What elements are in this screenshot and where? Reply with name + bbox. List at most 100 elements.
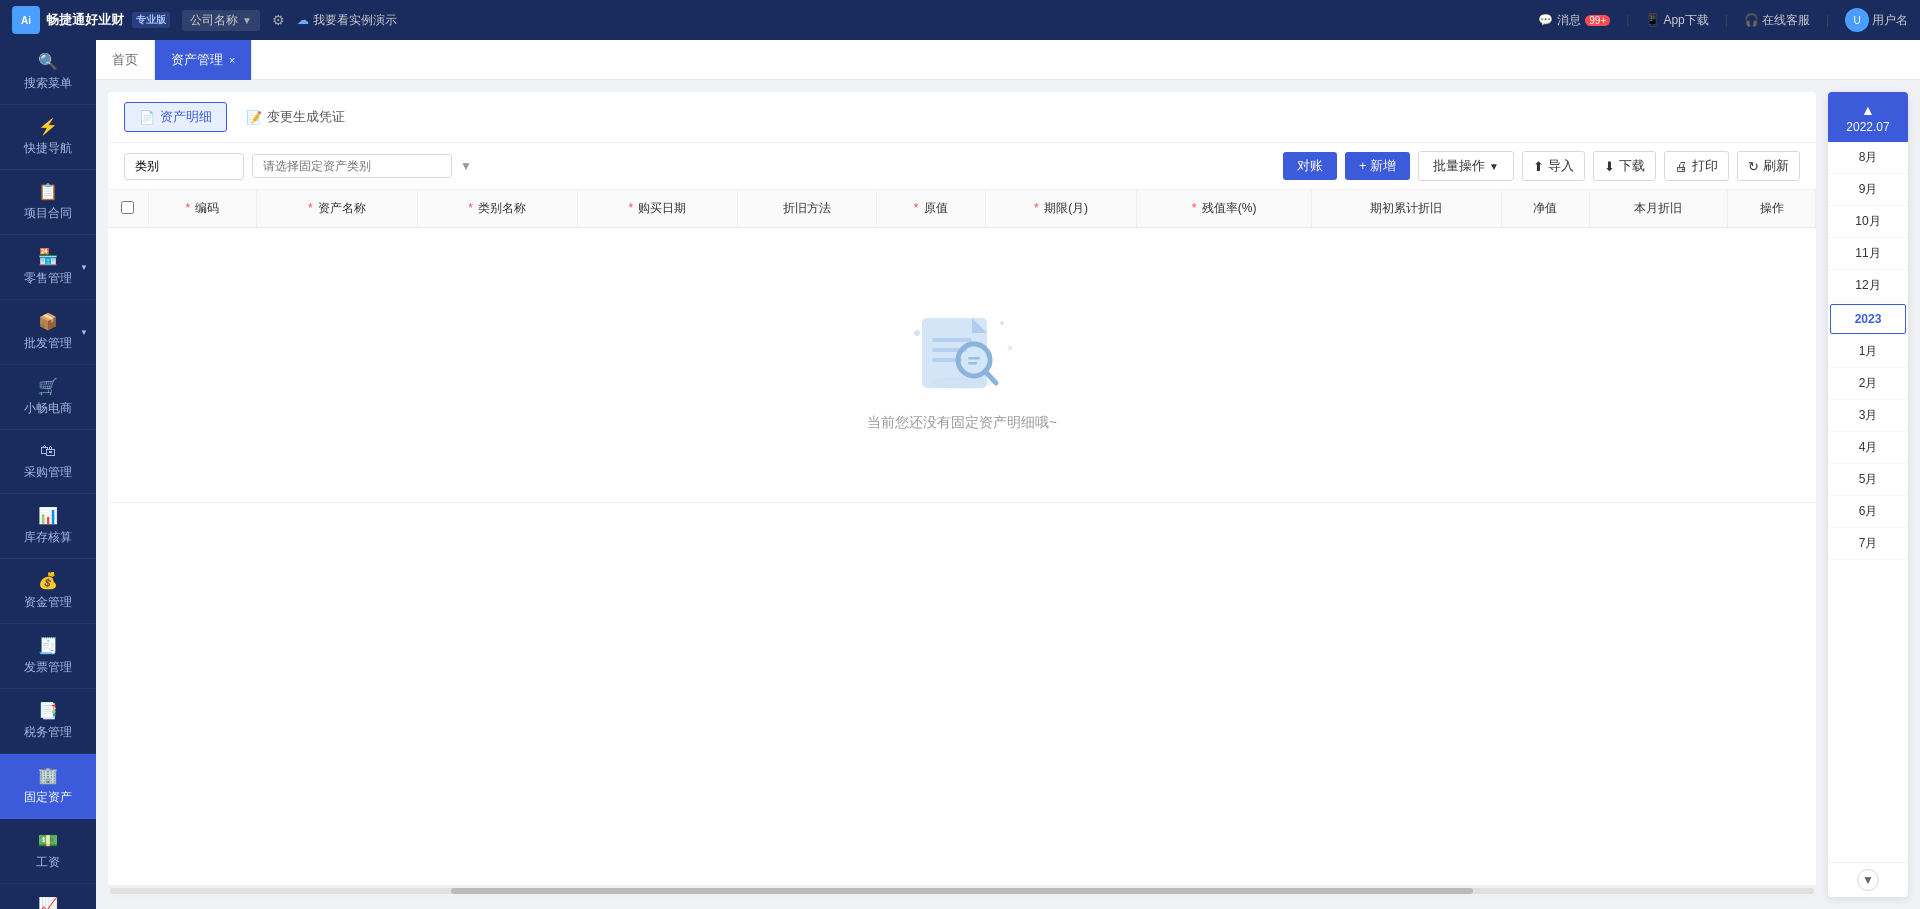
user-name: 用户名 — [1872, 12, 1908, 29]
reconcile-button[interactable]: 对账 — [1283, 152, 1337, 180]
month-item-10[interactable]: 10月 — [1828, 206, 1908, 238]
category-dropdown-icon[interactable]: ▼ — [460, 159, 472, 173]
month-nav-down[interactable]: ▼ — [1857, 869, 1879, 891]
col-checkbox — [108, 190, 148, 228]
top-bar: Ai 畅捷通好业财 专业版 公司名称 ▼ ⚙ ☁ 我要看实例演示 💬 消息 99… — [0, 0, 1920, 40]
batch-button[interactable]: 批量操作 ▼ — [1418, 151, 1514, 181]
sidebar-item-wholesale[interactable]: 📦 批发管理 — [0, 300, 96, 365]
demo-link[interactable]: ☁ 我要看实例演示 — [297, 12, 397, 29]
import-button[interactable]: ⬆ 导入 — [1522, 151, 1585, 181]
refresh-button[interactable]: ↻ 刷新 — [1737, 151, 1800, 181]
add-button[interactable]: + 新增 — [1345, 152, 1410, 180]
horizontal-scrollbar[interactable] — [108, 885, 1816, 897]
svg-point-12 — [914, 330, 920, 336]
user-profile[interactable]: U 用户名 — [1845, 8, 1908, 32]
month-item-2[interactable]: 2月 — [1828, 368, 1908, 400]
category-input[interactable] — [252, 154, 452, 178]
month-item-8[interactable]: 8月 — [1828, 142, 1908, 174]
invoice-icon: 🧾 — [38, 636, 58, 655]
wholesale-icon: 📦 — [38, 312, 58, 331]
sidebar-item-salary[interactable]: 💵 工资 — [0, 819, 96, 884]
sidebar-item-quicknav[interactable]: ⚡ 快捷导航 — [0, 105, 96, 170]
col-asset-name: * 资产名称 — [257, 190, 417, 228]
month-item-6[interactable]: 6月 — [1828, 496, 1908, 528]
svg-point-14 — [1007, 346, 1012, 351]
month-item-5[interactable]: 5月 — [1828, 464, 1908, 496]
empty-illustration — [902, 298, 1022, 398]
sidebar-item-search[interactable]: 🔍 搜索菜单 — [0, 40, 96, 105]
sidebar-label-inventory: 库存核算 — [24, 529, 72, 546]
demo-label: 我要看实例演示 — [313, 12, 397, 29]
tab-assets[interactable]: 资产管理 × — [155, 40, 252, 80]
sidebar-item-ecommerce[interactable]: 🛒 小畅电商 — [0, 365, 96, 430]
sidebar-label-ecommerce: 小畅电商 — [24, 400, 72, 417]
month-item-4[interactable]: 4月 — [1828, 432, 1908, 464]
sidebar-item-retail[interactable]: 🏪 零售管理 — [0, 235, 96, 300]
col-operation: 操作 — [1728, 190, 1816, 228]
sub-tab-voucher[interactable]: 📝 变更生成凭证 — [231, 102, 360, 132]
data-table: * 编码 * 资产名称 * 类别名称 — [108, 190, 1816, 503]
message-label: 消息 — [1557, 12, 1581, 29]
col-original-value: * 原值 — [876, 190, 985, 228]
sidebar-item-inventory[interactable]: 📊 库存核算 — [0, 494, 96, 559]
brand-name: 畅捷通好业财 — [46, 11, 124, 29]
cloud-icon: ☁ — [297, 13, 309, 27]
settings-icon[interactable]: ⚙ — [272, 12, 285, 28]
brand: Ai 畅捷通好业财 专业版 — [12, 6, 170, 34]
download-icon: ⬇ — [1604, 159, 1615, 174]
finance-icon: 💰 — [38, 571, 58, 590]
phone-icon: 📱 — [1645, 13, 1660, 27]
category-label: 类别 — [135, 158, 159, 175]
separator1: | — [1626, 13, 1629, 27]
sidebar-item-purchase[interactable]: 🛍 采购管理 — [0, 430, 96, 494]
tab-close-icon[interactable]: × — [229, 54, 235, 66]
company-selector[interactable]: 公司名称 ▼ — [182, 10, 260, 31]
avatar: U — [1845, 8, 1869, 32]
sidebar-item-project[interactable]: 📋 项目合同 — [0, 170, 96, 235]
select-all-checkbox[interactable] — [121, 201, 134, 214]
headset-icon: 🎧 — [1744, 13, 1759, 27]
scroll-thumb[interactable] — [451, 888, 1473, 894]
month-item-9[interactable]: 9月 — [1828, 174, 1908, 206]
print-button[interactable]: 🖨 打印 — [1664, 151, 1729, 181]
sidebar-item-tax[interactable]: 📑 税务管理 — [0, 689, 96, 754]
search-icon: 🔍 — [38, 52, 58, 71]
operations-icon: 📈 — [38, 896, 58, 909]
sub-tab-detail-label: 资产明细 — [160, 108, 212, 126]
sidebar-label-purchase: 采购管理 — [24, 464, 72, 481]
separator2: | — [1725, 13, 1728, 27]
sidebar-item-assets[interactable]: 🏢 固定资产 — [0, 754, 96, 819]
sidebar-label-project: 项目合同 — [24, 205, 72, 222]
svg-rect-4 — [932, 338, 972, 342]
app-download-link[interactable]: 📱 App下载 — [1645, 12, 1708, 29]
category-selector[interactable]: 类别 — [124, 153, 244, 180]
sidebar-item-invoice[interactable]: 🧾 发票管理 — [0, 624, 96, 689]
message-icon: 💬 — [1538, 13, 1553, 27]
sidebar-label-search: 搜索菜单 — [24, 75, 72, 92]
month-item-7[interactable]: 7月 — [1828, 528, 1908, 560]
month-panel-bottom: ▼ — [1828, 862, 1908, 897]
sidebar-item-operations[interactable]: 📈 经营管理 — [0, 884, 96, 909]
month-item-12[interactable]: 12月 — [1828, 270, 1908, 302]
tab-home[interactable]: 首页 — [96, 40, 155, 80]
online-service-link[interactable]: 🎧 在线客服 — [1744, 12, 1810, 29]
month-nav: ▲ — [1832, 100, 1904, 120]
toolbar-right: 对账 + 新增 批量操作 ▼ ⬆ 导入 ⬇ 下载 — [1283, 151, 1800, 181]
sidebar-label-assets: 固定资产 — [24, 789, 72, 806]
sidebar-label-finance: 资金管理 — [24, 594, 72, 611]
sub-tab-detail[interactable]: 📄 资产明细 — [124, 102, 227, 132]
month-item-11[interactable]: 11月 — [1828, 238, 1908, 270]
month-nav-up[interactable]: ▲ — [1855, 100, 1881, 120]
company-arrow-icon: ▼ — [242, 15, 252, 26]
empty-text: 当前您还没有固定资产明细哦~ — [867, 414, 1057, 432]
col-code: * 编码 — [148, 190, 257, 228]
svg-point-13 — [1000, 321, 1004, 325]
sidebar-item-finance[interactable]: 💰 资金管理 — [0, 559, 96, 624]
message-button[interactable]: 💬 消息 99+ — [1538, 12, 1610, 29]
month-item-1[interactable]: 1月 — [1828, 336, 1908, 368]
month-item-3[interactable]: 3月 — [1828, 400, 1908, 432]
sidebar-label-wholesale: 批发管理 — [24, 335, 72, 352]
table-area: * 编码 * 资产名称 * 类别名称 — [108, 190, 1816, 885]
assets-icon: 🏢 — [38, 766, 58, 785]
download-button[interactable]: ⬇ 下载 — [1593, 151, 1656, 181]
